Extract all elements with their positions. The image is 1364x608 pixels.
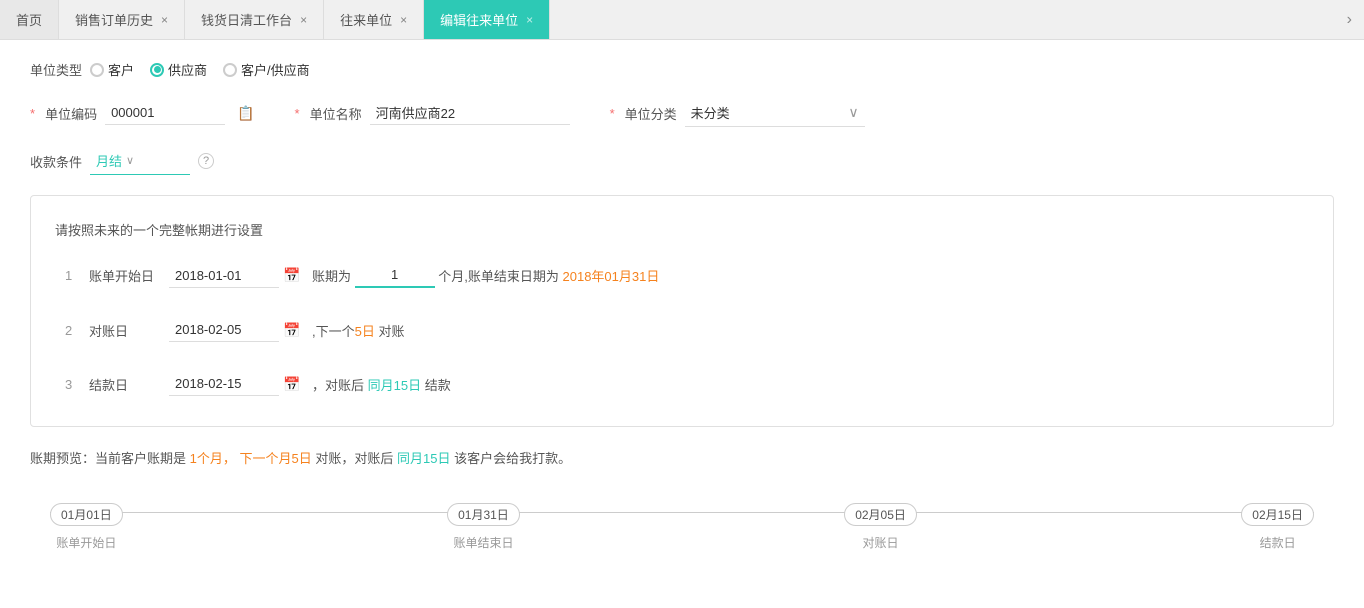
payment-group: 收款条件 月结 ∨ ?: [30, 147, 214, 175]
payment-date-input[interactable]: [169, 372, 279, 396]
preview-text: 账期预览：当前客户账期是 1个月， 下一个月5日 对账，对账后 同月15日 该客…: [30, 447, 1334, 470]
code-label: 单位编码: [45, 104, 97, 123]
page-content: 单位类型 客户 供应商 客户/供应商 * 单位编码: [0, 40, 1364, 608]
row-3-highlight: 同月15日: [368, 375, 421, 394]
row-1-suffix-pre: 账期为: [308, 266, 354, 285]
timeline-node-1: 01月31日 账单结束日: [447, 504, 520, 551]
row-3-suffix-post: 结款: [421, 375, 451, 394]
category-star: *: [610, 106, 615, 121]
node-date-1: 01月31日: [447, 503, 520, 526]
preview-label: 账期预览：当前客户账期是: [30, 451, 186, 466]
timeline-nodes: 01月01日 账单开始日 01月31日 账单结束日 02月05日 对账日 02月…: [50, 504, 1314, 551]
reconcile-date-input[interactable]: [169, 318, 279, 342]
radio-both-circle: [223, 63, 237, 77]
row-num-1: 1: [65, 268, 89, 283]
node-label-3: 结款日: [1260, 534, 1296, 551]
row-num-3: 3: [65, 377, 89, 392]
node-label-1: 账单结束日: [453, 534, 513, 551]
name-input[interactable]: [370, 101, 570, 125]
radio-group: 客户 供应商 客户/供应商: [90, 60, 310, 79]
tab-edit-partner[interactable]: 编辑往来单位 ×: [424, 0, 550, 39]
radio-supplier-circle: [150, 63, 164, 77]
start-date-input[interactable]: [169, 264, 279, 288]
radio-supplier[interactable]: 供应商: [150, 60, 207, 79]
start-date-calendar-icon[interactable]: 📅: [283, 267, 300, 284]
category-group: * 单位分类 未分类 ∨: [610, 99, 865, 127]
name-group: * 单位名称: [295, 101, 570, 125]
tab-home[interactable]: 首页: [0, 0, 59, 39]
tab-scroll-right[interactable]: ›: [1335, 0, 1364, 39]
node-date-0: 01月01日: [50, 503, 123, 526]
row-2-suffix: ,下一个 5日 对账: [308, 321, 404, 340]
radio-customer[interactable]: 客户: [90, 60, 134, 79]
row-3-suffix-pre: ，对账后: [308, 375, 367, 394]
settings-box: 请按照未来的一个完整帐期进行设置 1 账单开始日 📅 账期为 个月,账单结束日期…: [30, 195, 1334, 427]
row-label-1: 账单开始日: [89, 266, 169, 285]
code-name-category-row: * 单位编码 📋 * 单位名称 * 单位分类 未分类 ∨: [30, 99, 1334, 127]
settings-title: 请按照未来的一个完整帐期进行设置: [55, 220, 1309, 239]
payment-date-calendar-icon[interactable]: 📅: [283, 376, 300, 393]
preview-part5: 该客户会给我打款。: [454, 451, 571, 466]
category-arrow-icon: ∨: [848, 104, 858, 121]
payment-dropdown[interactable]: 月结 ∨: [90, 147, 190, 175]
row-2-suffix-post: 对账: [375, 321, 405, 340]
row-2-highlight: 5日: [355, 321, 375, 340]
row-label-3: 结款日: [89, 375, 169, 394]
category-value: 未分类: [691, 103, 849, 122]
node-label-0: 账单开始日: [56, 534, 116, 551]
preview-part2: 下一个月5日: [240, 451, 312, 466]
close-tab-sales[interactable]: ×: [161, 13, 168, 27]
name-star: *: [295, 106, 300, 121]
payment-value: 月结: [96, 151, 122, 170]
category-label: 单位分类: [625, 104, 677, 123]
category-dropdown[interactable]: 未分类 ∨: [685, 99, 865, 127]
row-1-suffix: 账期为 个月,账单结束日期为 2018年01月31日: [308, 263, 659, 288]
row-2-suffix-pre: ,下一个: [308, 321, 354, 340]
row-1-suffix-post: 个月,账单结束日期为: [435, 266, 563, 285]
radio-customer-circle: [90, 63, 104, 77]
timeline-node-2: 02月05日 对账日: [844, 504, 917, 551]
payment-row: 收款条件 月结 ∨ ?: [30, 147, 1334, 175]
close-tab-edit-partner[interactable]: ×: [526, 13, 533, 27]
row-label-2: 对账日: [89, 321, 169, 340]
tab-sales-order-history[interactable]: 销售订单历史 ×: [59, 0, 185, 39]
end-date-highlight: 2018年01月31日: [563, 266, 660, 285]
tab-partner[interactable]: 往来单位 ×: [324, 0, 424, 39]
preview-part1: 1个月，: [190, 451, 236, 466]
code-input[interactable]: [105, 101, 225, 125]
node-date-3: 02月15日: [1241, 503, 1314, 526]
setting-row-1: 1 账单开始日 📅 账期为 个月,账单结束日期为 2018年01月31日: [55, 263, 1309, 288]
row-num-2: 2: [65, 323, 89, 338]
preview-part4: 同月15日: [397, 451, 450, 466]
payment-dropdown-arrow: ∨: [126, 154, 134, 167]
tab-cash-work[interactable]: 钱货日清工作台 ×: [185, 0, 324, 39]
close-tab-cash[interactable]: ×: [300, 13, 307, 27]
code-calendar-icon[interactable]: 📋: [237, 105, 254, 122]
help-icon[interactable]: ?: [198, 153, 214, 169]
node-label-2: 对账日: [863, 534, 899, 551]
setting-row-2: 2 对账日 📅 ,下一个 5日 对账: [55, 318, 1309, 342]
reconcile-date-calendar-icon[interactable]: 📅: [283, 322, 300, 339]
payment-label: 收款条件: [30, 152, 82, 171]
timeline-node-3: 02月15日 结款日: [1241, 504, 1314, 551]
setting-row-3: 3 结款日 📅 ，对账后 同月15日 结款: [55, 372, 1309, 396]
close-tab-partner[interactable]: ×: [400, 13, 407, 27]
unit-type-row: 单位类型 客户 供应商 客户/供应商: [30, 60, 1334, 79]
preview-part3: 对账，对账后: [315, 451, 393, 466]
row-3-suffix: ，对账后 同月15日 结款: [308, 375, 450, 394]
code-group: * 单位编码 📋: [30, 101, 255, 125]
radio-both[interactable]: 客户/供应商: [223, 60, 310, 79]
tab-bar: 首页 销售订单历史 × 钱货日清工作台 × 往来单位 × 编辑往来单位 × ›: [0, 0, 1364, 40]
timeline: 01月01日 账单开始日 01月31日 账单结束日 02月05日 对账日 02月…: [30, 494, 1334, 551]
period-input[interactable]: [355, 263, 435, 288]
code-star: *: [30, 106, 35, 121]
node-date-2: 02月05日: [844, 503, 917, 526]
name-label: 单位名称: [310, 104, 362, 123]
unit-type-label: 单位类型: [30, 60, 82, 79]
unit-type-group: 单位类型 客户 供应商 客户/供应商: [30, 60, 310, 79]
timeline-node-0: 01月01日 账单开始日: [50, 504, 123, 551]
